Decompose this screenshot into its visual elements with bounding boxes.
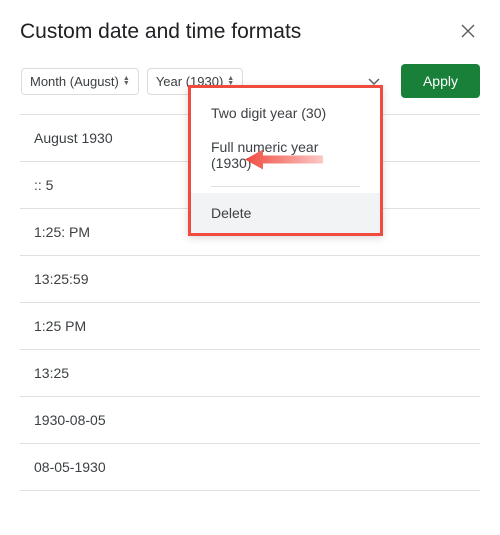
list-item[interactable]: 1:25 PM	[20, 303, 480, 350]
year-token-menu: Two digit year (30) Full numeric year (1…	[188, 85, 383, 236]
menu-divider	[211, 186, 360, 187]
apply-button[interactable]: Apply	[401, 64, 480, 98]
dialog-title: Custom date and time formats	[20, 20, 301, 44]
list-item[interactable]: 1930-08-05	[20, 397, 480, 444]
month-token[interactable]: Month (August) ▲▼	[21, 68, 139, 95]
menu-item-delete-label: Delete	[211, 205, 251, 221]
menu-item-full-numeric-year[interactable]: Full numeric year (1930)	[191, 130, 380, 180]
sort-icon: ▲▼	[123, 76, 130, 86]
list-item[interactable]: 08-05-1930	[20, 444, 480, 491]
list-item[interactable]: 13:25:59	[20, 256, 480, 303]
close-button[interactable]	[456, 20, 480, 44]
month-token-label: Month (August)	[30, 74, 119, 89]
menu-item-delete[interactable]: Delete	[191, 193, 380, 233]
list-item[interactable]: 13:25	[20, 350, 480, 397]
menu-item-two-digit-year[interactable]: Two digit year (30)	[191, 96, 380, 130]
close-icon	[461, 22, 475, 43]
